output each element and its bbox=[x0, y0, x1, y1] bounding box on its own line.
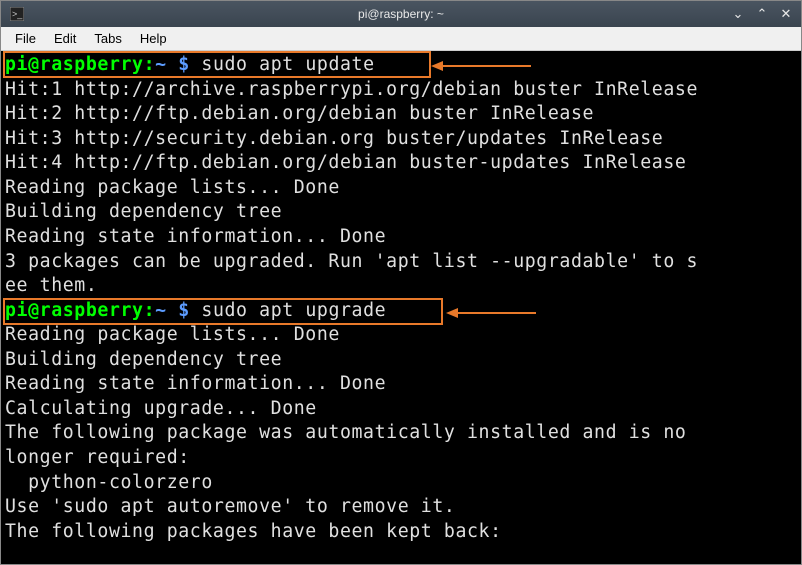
output-line: longer required: bbox=[5, 446, 797, 471]
menu-edit[interactable]: Edit bbox=[46, 29, 84, 48]
window-title: pi@raspberry: ~ bbox=[358, 7, 444, 21]
prompt-dollar: $ bbox=[178, 300, 201, 321]
output-line: python-colorzero bbox=[5, 471, 797, 496]
prompt-dollar: $ bbox=[178, 54, 201, 75]
svg-text:>_: >_ bbox=[12, 9, 23, 19]
output-line: 3 packages can be upgraded. Run 'apt lis… bbox=[5, 250, 797, 275]
prompt-user: pi@raspberry bbox=[5, 300, 144, 321]
maximize-button[interactable]: ⌃ bbox=[755, 6, 769, 22]
minimize-button[interactable]: ⌄ bbox=[731, 6, 745, 22]
prompt-line-1: pi@raspberry:~ $ sudo apt update bbox=[5, 53, 797, 78]
prompt-path: ~ bbox=[155, 54, 178, 75]
output-line: Hit:1 http://archive.raspberrypi.org/deb… bbox=[5, 78, 797, 103]
prompt-user: pi@raspberry bbox=[5, 54, 144, 75]
prompt-line-2: pi@raspberry:~ $ sudo apt upgrade bbox=[5, 299, 797, 324]
terminal-icon: >_ bbox=[9, 6, 25, 22]
menu-tabs[interactable]: Tabs bbox=[86, 29, 129, 48]
command-text: sudo apt upgrade bbox=[201, 300, 386, 321]
output-line: Hit:3 http://security.debian.org buster/… bbox=[5, 127, 797, 152]
command-text: sudo apt update bbox=[201, 54, 374, 75]
prompt-path: ~ bbox=[155, 300, 178, 321]
output-line: ee them. bbox=[5, 274, 797, 299]
output-line: Reading state information... Done bbox=[5, 372, 797, 397]
output-line: Building dependency tree bbox=[5, 348, 797, 373]
output-line: Reading state information... Done bbox=[5, 225, 797, 250]
menu-file[interactable]: File bbox=[7, 29, 44, 48]
close-button[interactable]: ✕ bbox=[779, 6, 793, 22]
prompt-colon: : bbox=[144, 54, 156, 75]
output-line: Hit:2 http://ftp.debian.org/debian buste… bbox=[5, 102, 797, 127]
window-controls: ⌄ ⌃ ✕ bbox=[731, 6, 793, 22]
output-line: Hit:4 http://ftp.debian.org/debian buste… bbox=[5, 151, 797, 176]
terminal-content[interactable]: pi@raspberry:~ $ sudo apt update Hit:1 h… bbox=[1, 51, 801, 564]
output-line: Reading package lists... Done bbox=[5, 176, 797, 201]
output-line: The following packages have been kept ba… bbox=[5, 520, 797, 545]
terminal-window: >_ pi@raspberry: ~ ⌄ ⌃ ✕ File Edit Tabs … bbox=[0, 0, 802, 565]
output-line: The following package was automatically … bbox=[5, 421, 797, 446]
prompt-colon: : bbox=[144, 300, 156, 321]
output-line: Use 'sudo apt autoremove' to remove it. bbox=[5, 495, 797, 520]
menu-help[interactable]: Help bbox=[132, 29, 175, 48]
menubar: File Edit Tabs Help bbox=[1, 27, 801, 51]
output-line: Reading package lists... Done bbox=[5, 323, 797, 348]
output-line: Building dependency tree bbox=[5, 200, 797, 225]
titlebar[interactable]: >_ pi@raspberry: ~ ⌄ ⌃ ✕ bbox=[1, 1, 801, 27]
output-line: Calculating upgrade... Done bbox=[5, 397, 797, 422]
